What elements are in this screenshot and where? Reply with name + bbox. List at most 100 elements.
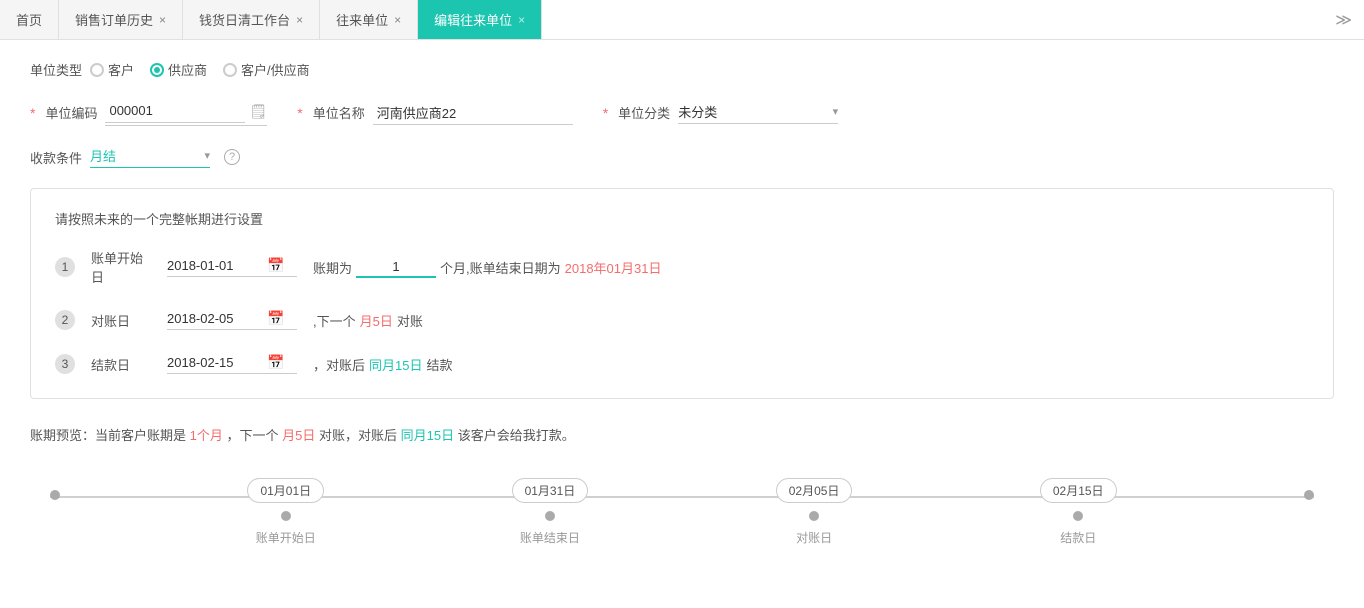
- period-num-2: 2: [55, 310, 75, 330]
- unit-code-input-wrapper: 🗒: [105, 99, 267, 126]
- calendar-icon-3[interactable]: 📅: [267, 354, 284, 371]
- code-name-row: * 单位编码 🗒 * 单位名称 * 单位分类 未分类 ▾: [30, 99, 1334, 126]
- timeline-badge-2: 01月31日: [512, 478, 589, 503]
- period-desc-3: ，对账后 同月15日 结款: [313, 355, 453, 374]
- preview-prefix: 账期预览：当前客户账期是: [30, 428, 186, 443]
- timeline-point-2: 01月31日 账单结束日: [512, 478, 589, 546]
- required-star-category: *: [603, 105, 608, 121]
- period-label-1: 账单开始日: [91, 248, 151, 286]
- timeline-dot-3: [809, 511, 819, 521]
- timeline-left-end: [50, 490, 60, 500]
- date-field-2: 📅: [167, 310, 297, 330]
- timeline-wrapper: 01月01日 账单开始日 01月31日 账单结束日 02月05日 对账日 02月…: [30, 478, 1334, 546]
- close-tab-partner[interactable]: ×: [394, 13, 401, 27]
- timeline-right-dot: [1304, 490, 1314, 500]
- period-desc-suffix-2: 对账: [397, 311, 423, 330]
- period-desc-prefix-3: ，对账后: [313, 355, 365, 374]
- months-input[interactable]: [356, 257, 436, 278]
- required-star-code: *: [30, 105, 35, 121]
- unit-category-value: 未分类: [678, 102, 828, 121]
- highlight-end-date: 2018年01月31日: [565, 258, 662, 277]
- period-num-1: 1: [55, 257, 75, 277]
- tab-cash-work[interactable]: 钱货日清工作台 ×: [183, 0, 320, 39]
- panel-title: 请按照未来的一个完整帐期进行设置: [55, 209, 1309, 228]
- preview-middle2: 对账，对账后: [319, 428, 397, 443]
- date-input-2[interactable]: [167, 311, 267, 326]
- period-label-2: 对账日: [91, 311, 151, 330]
- close-tab-cash-work[interactable]: ×: [296, 13, 303, 27]
- required-star-name: *: [297, 105, 302, 121]
- date-input-1[interactable]: [167, 258, 267, 273]
- preview-part1: 1个月: [190, 428, 223, 443]
- main-content: 单位类型 客户 供应商 客户/供应商 * 单位编码: [0, 40, 1364, 608]
- date-input-3[interactable]: [167, 355, 267, 370]
- timeline-label-2: 账单结束日: [520, 529, 580, 546]
- tab-partner[interactable]: 往来单位 ×: [320, 0, 418, 39]
- payment-terms-field: 收款条件 月结 ▾ ?: [30, 146, 240, 168]
- expand-button[interactable]: ≫: [1323, 0, 1364, 39]
- timeline-dot-1: [281, 511, 291, 521]
- preview-part3: 同月15日: [401, 428, 454, 443]
- unit-category-label: 单位分类: [618, 103, 670, 122]
- radio-circle-both: [223, 63, 237, 77]
- close-tab-edit-partner[interactable]: ×: [518, 13, 525, 27]
- close-tab-sales-history[interactable]: ×: [159, 13, 166, 27]
- unit-code-input[interactable]: [105, 99, 245, 123]
- unit-code-calendar-icon[interactable]: 🗒: [249, 103, 267, 120]
- timeline-left-dot: [50, 490, 60, 500]
- timeline-dot-4: [1073, 511, 1083, 521]
- payment-terms-label: 收款条件: [30, 148, 82, 167]
- period-desc-comma-2: ,下一个: [313, 311, 356, 330]
- payment-terms-value: 月结: [90, 146, 200, 165]
- period-desc-2: ,下一个 月5日 对账: [313, 311, 423, 330]
- unit-type-row: 单位类型 客户 供应商 客户/供应商: [30, 60, 1334, 79]
- timeline-label-4: 结款日: [1060, 529, 1096, 546]
- radio-group: 客户 供应商 客户/供应商: [90, 60, 310, 79]
- period-desc-months: 个月,账单结束日期为: [440, 258, 561, 277]
- unit-name-input[interactable]: [373, 101, 573, 125]
- unit-category-field: * 单位分类 未分类 ▾: [603, 102, 838, 124]
- radio-supplier[interactable]: 供应商: [150, 60, 207, 79]
- radio-customer[interactable]: 客户: [90, 60, 134, 79]
- period-label-3: 结款日: [91, 355, 151, 374]
- unit-code-label: 单位编码: [45, 103, 97, 122]
- calendar-icon-1[interactable]: 📅: [267, 257, 284, 274]
- timeline-badge-1: 01月01日: [247, 478, 324, 503]
- period-num-3: 3: [55, 354, 75, 374]
- tab-home[interactable]: 首页: [0, 0, 59, 39]
- period-row-3: 3 结款日 📅 ，对账后 同月15日 结款: [55, 354, 1309, 374]
- unit-type-field: 单位类型 客户 供应商 客户/供应商: [30, 60, 310, 79]
- preview-suffix: 该客户会给我打款。: [458, 428, 575, 443]
- highlight-day-2: 月5日: [360, 311, 393, 330]
- unit-category-arrow-icon: ▾: [833, 105, 839, 118]
- timeline-badge-4: 02月15日: [1040, 478, 1117, 503]
- radio-both[interactable]: 客户/供应商: [223, 60, 310, 79]
- unit-name-field: * 单位名称: [297, 101, 572, 125]
- radio-circle-customer: [90, 63, 104, 77]
- timeline-dot-2: [545, 511, 555, 521]
- radio-circle-supplier: [150, 63, 164, 77]
- timeline-point-3: 02月05日 对账日: [776, 478, 853, 546]
- highlight-day-3: 同月15日: [369, 355, 422, 374]
- timeline-label-3: 对账日: [796, 529, 832, 546]
- preview-text: 账期预览：当前客户账期是 1个月 ，下一个 月5日 对账，对账后 同月15日 该…: [30, 415, 1334, 454]
- payment-terms-row: 收款条件 月结 ▾ ?: [30, 146, 1334, 168]
- period-settings-panel: 请按照未来的一个完整帐期进行设置 1 账单开始日 📅 账期为 个月,账单结束日期…: [30, 188, 1334, 399]
- preview-part2: 月5日: [282, 428, 315, 443]
- tab-bar: 首页 销售订单历史 × 钱货日清工作台 × 往来单位 × 编辑往来单位 × ≫: [0, 0, 1364, 40]
- period-row-2: 2 对账日 📅 ,下一个 月5日 对账: [55, 310, 1309, 330]
- unit-category-dropdown[interactable]: 未分类 ▾: [678, 102, 838, 124]
- payment-terms-arrow-icon: ▾: [204, 149, 210, 162]
- timeline-right-end: [1304, 490, 1314, 500]
- calendar-icon-2[interactable]: 📅: [267, 310, 284, 327]
- timeline-point-4: 02月15日 结款日: [1040, 478, 1117, 546]
- timeline-label-1: 账单开始日: [256, 529, 316, 546]
- payment-terms-dropdown[interactable]: 月结 ▾: [90, 146, 210, 168]
- tab-sales-history[interactable]: 销售订单历史 ×: [59, 0, 183, 39]
- payment-terms-help-icon[interactable]: ?: [224, 149, 240, 165]
- timeline-points: 01月01日 账单开始日 01月31日 账单结束日 02月05日 对账日 02月…: [50, 478, 1314, 546]
- tab-edit-partner[interactable]: 编辑往来单位 ×: [418, 0, 542, 39]
- period-desc-suffix-3: 结款: [426, 355, 452, 374]
- period-row-1: 1 账单开始日 📅 账期为 个月,账单结束日期为 2018年01月31日: [55, 248, 1309, 286]
- timeline-point-1: 01月01日 账单开始日: [247, 478, 324, 546]
